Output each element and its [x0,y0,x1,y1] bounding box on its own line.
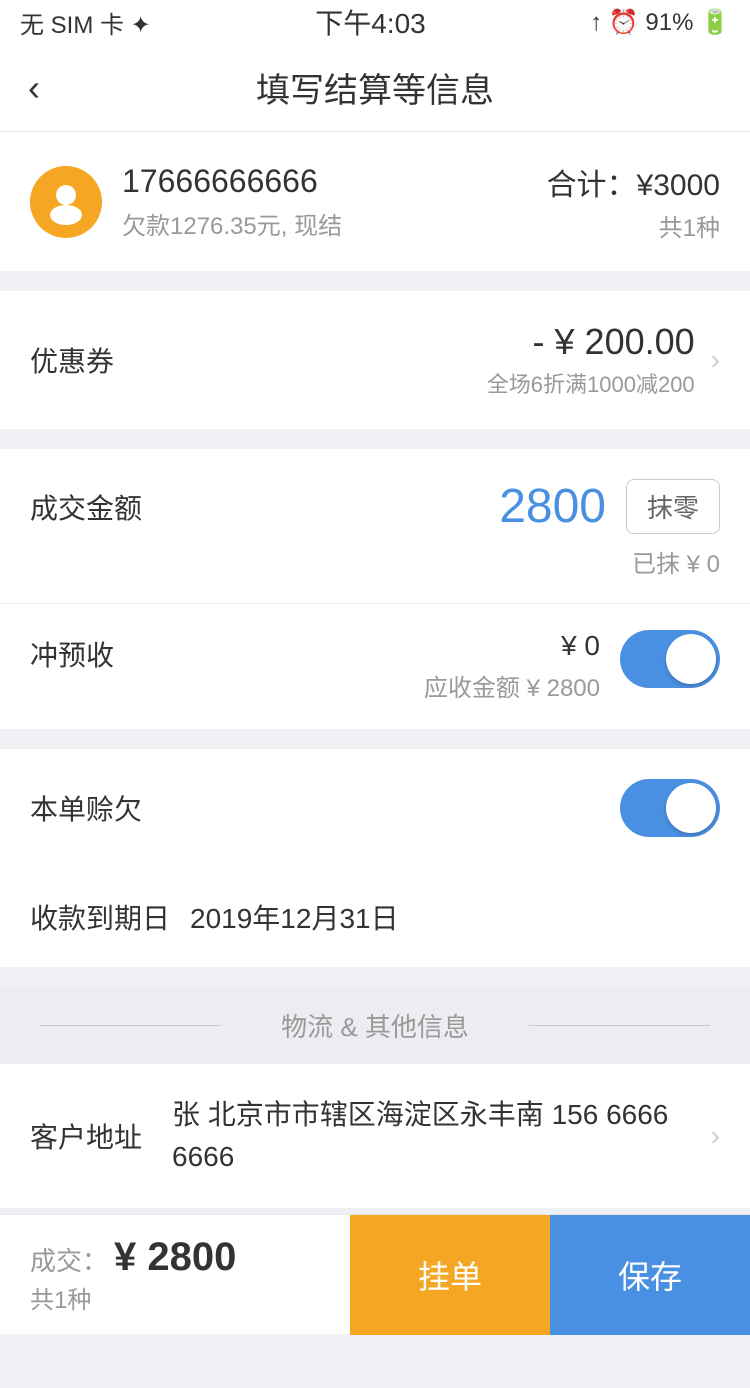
address-label: 客户地址 [30,1116,142,1156]
deal-value: 2800 [499,479,606,534]
customer-card: 17666666666 欠款1276.35元, 现结 合计：¥3000 共1种 [0,132,750,271]
logistics-separator: 物流 & 其他信息 [0,987,750,1064]
coupon-section: 优惠券 - ¥ 200.00 全场6折满1000减200 › [0,291,750,429]
date-label: 收款到期日 [30,897,170,937]
status-left: 无 SIM 卡 ✦ [20,5,151,40]
footer-count: 共1种 [30,1280,320,1315]
battery-text: ↑ ⏰ 91% 🔋 [590,8,730,37]
borrow-section: 本单赊欠 收款到期日 2019年12月31日 [0,749,750,967]
customer-desc: 欠款1276.35元, 现结 [122,206,342,241]
hold-button[interactable]: 挂单 [350,1215,550,1335]
address-value: 张 北京市市辖区海淀区永丰南 156 6666 6666 [172,1094,711,1178]
divider-4 [0,967,750,987]
amount-section: 成交金额 2800 抹零 已抹 ¥ 0 冲预收 ¥ 0 应收金额 ¥ 2800 [0,449,750,729]
prepay-row: 冲预收 ¥ 0 应收金额 ¥ 2800 [0,603,750,729]
total-count: 共1种 [547,208,720,243]
coupon-amount: - ¥ 200.00 [487,321,695,363]
coupon-values: - ¥ 200.00 全场6折满1000减200 [487,321,695,399]
signal-text: 无 SIM 卡 ✦ [20,5,151,40]
address-right: › [711,1120,720,1152]
page-title: 填写结算等信息 [256,63,494,112]
round-button[interactable]: 抹零 [626,479,720,534]
coupon-right: - ¥ 200.00 全场6折满1000减200 › [487,321,720,399]
prepay-amount: ¥ 0 [424,630,600,662]
customer-total: 合计：¥3000 共1种 [547,160,720,243]
prepay-label: 冲预收 [30,630,114,674]
toggle-knob [666,634,716,684]
borrow-toggle-knob [666,783,716,833]
total-amount: 合计：¥3000 [547,160,720,204]
prepay-toggle[interactable] [620,630,720,688]
coupon-desc: 全场6折满1000减200 [487,367,695,399]
status-bar: 无 SIM 卡 ✦ 下午4:03 ↑ ⏰ 91% 🔋 [0,0,750,44]
back-button[interactable]: ‹ [28,67,40,109]
footer-amount: ¥ 2800 [114,1235,236,1280]
footer-info: 成交： ¥ 2800 共1种 [0,1235,350,1315]
sep-text: 物流 & 其他信息 [281,1007,469,1044]
prepay-values: ¥ 0 应收金额 ¥ 2800 [424,630,600,703]
date-value: 2019年12月31日 [190,897,399,937]
coupon-label: 优惠券 [30,340,114,380]
borrow-row: 本单赊欠 [0,749,750,867]
sep-line-right [529,1025,710,1026]
deal-sub: 已抹 ¥ 0 [0,544,750,603]
customer-info: 17666666666 欠款1276.35元, 现结 [122,163,342,241]
deal-amount-row: 成交金额 2800 抹零 [0,449,750,544]
coupon-row[interactable]: 优惠券 - ¥ 200.00 全场6折满1000减200 › [0,291,750,429]
divider-2 [0,429,750,449]
sep-line-left [40,1025,221,1026]
save-button[interactable]: 保存 [550,1215,750,1335]
address-chevron-icon: › [711,1120,720,1152]
address-row[interactable]: 客户地址 张 北京市市辖区海淀区永丰南 156 6666 6666 › [0,1064,750,1208]
footer-deal-label: 成交： [30,1241,108,1278]
deal-right: 2800 抹零 [499,479,720,534]
borrow-label: 本单赊欠 [30,788,142,828]
status-right: ↑ ⏰ 91% 🔋 [590,8,730,37]
status-time: 下午4:03 [315,2,426,42]
prepay-sub: 应收金额 ¥ 2800 [424,668,600,703]
customer-phone: 17666666666 [122,163,342,200]
avatar [30,166,102,238]
deal-label: 成交金额 [30,487,142,527]
prepay-right: ¥ 0 应收金额 ¥ 2800 [424,630,720,703]
date-row: 收款到期日 2019年12月31日 [0,867,750,967]
footer: 成交： ¥ 2800 共1种 挂单 保存 [0,1214,750,1334]
nav-bar: ‹ 填写结算等信息 [0,44,750,132]
customer-left: 17666666666 欠款1276.35元, 现结 [30,163,342,241]
coupon-chevron-icon: › [711,344,720,376]
divider-3 [0,729,750,749]
divider-1 [0,271,750,291]
borrow-toggle[interactable] [620,779,720,837]
